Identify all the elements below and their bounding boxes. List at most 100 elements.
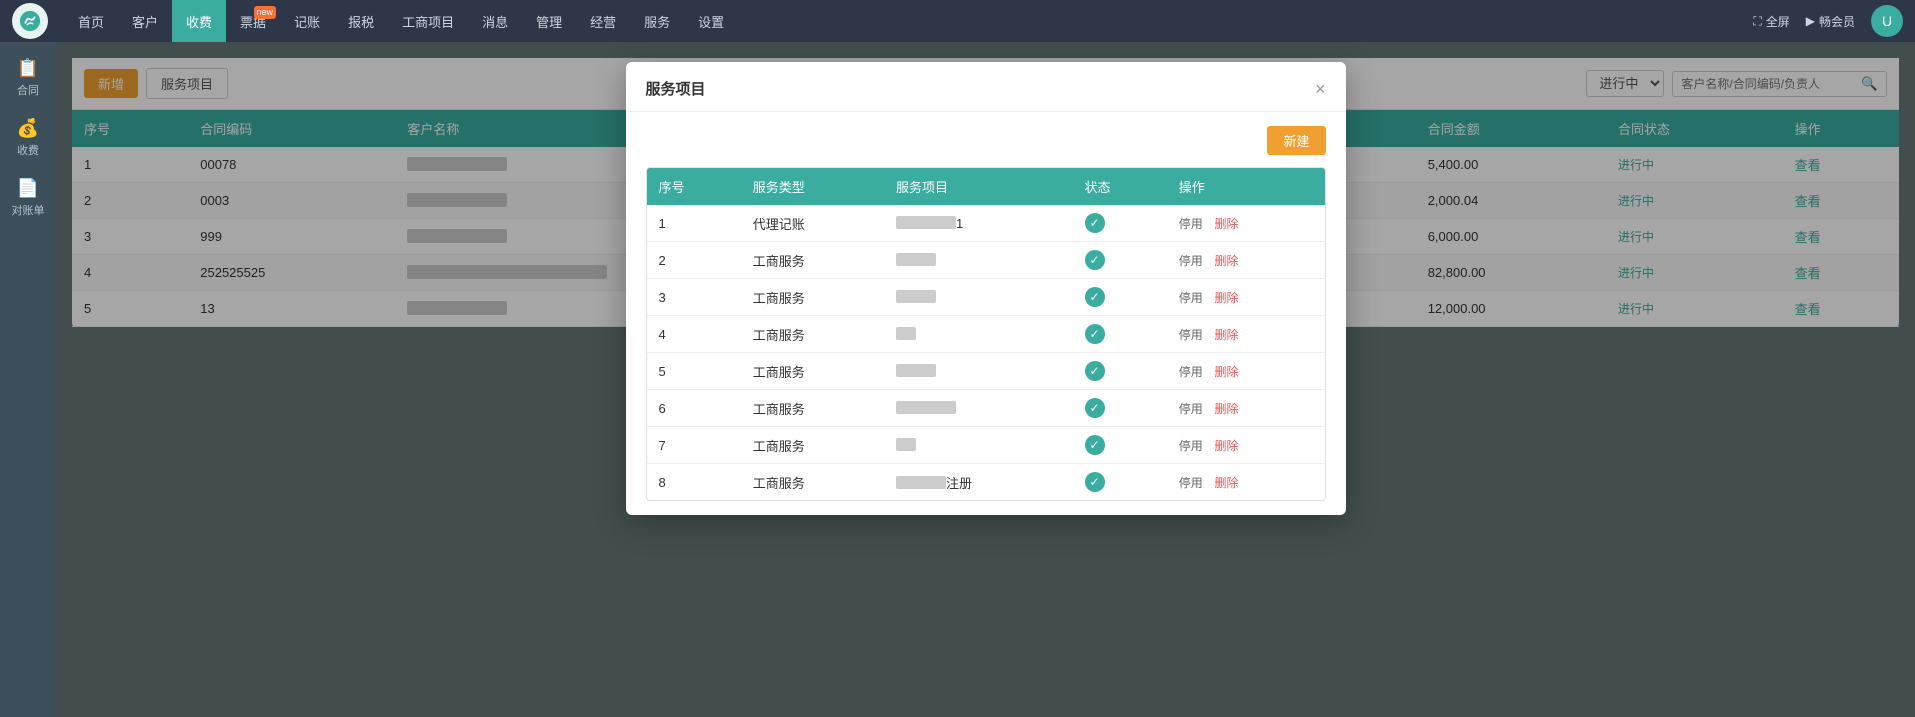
status-check-icon: ✓	[1085, 324, 1105, 344]
nav-message[interactable]: 消息	[468, 0, 522, 42]
delete-button[interactable]: 删除	[1214, 217, 1238, 231]
modal-cell-action: 停用 删除	[1167, 427, 1325, 464]
nav-right-area: ⛶ 全屏 ▶ 畅会员 U	[1753, 5, 1903, 37]
modal-col-status: 状态	[1073, 168, 1167, 205]
list-item: 7 工商服务 ✓ 停用 删除	[647, 427, 1325, 464]
stop-button[interactable]: 停用	[1179, 365, 1203, 379]
delete-button[interactable]: 删除	[1214, 439, 1238, 453]
sidebar-item-billing-label: 收费	[17, 142, 39, 158]
modal-cell-seq: 6	[647, 390, 741, 427]
nav-operation[interactable]: 经营	[576, 0, 630, 42]
nav-billing[interactable]: 收费	[172, 0, 226, 42]
modal-cell-action: 停用 删除	[1167, 390, 1325, 427]
modal-cell-status: ✓	[1073, 279, 1167, 316]
stop-button[interactable]: 停用	[1179, 217, 1203, 231]
modal-col-type: 服务类型	[741, 168, 884, 205]
status-check-icon: ✓	[1085, 213, 1105, 233]
modal-cell-type: 工商服务	[741, 279, 884, 316]
nav-invoice[interactable]: 票据 new	[226, 0, 280, 42]
modal-cell-action: 停用 删除	[1167, 316, 1325, 353]
main-layout: 📋 合同 💰 收费 📄 对账单 新增 服务项目 进行中 已完成 已终止	[0, 42, 1915, 717]
modal-cell-seq: 5	[647, 353, 741, 390]
modal-cell-action: 停用 删除	[1167, 242, 1325, 279]
status-check-icon: ✓	[1085, 361, 1105, 381]
member-btn[interactable]: ▶ 畅会员	[1806, 13, 1855, 30]
status-check-icon: ✓	[1085, 287, 1105, 307]
modal-cell-type: 工商服务	[741, 464, 884, 501]
modal-cell-status: ✓	[1073, 353, 1167, 390]
list-item: 4 工商服务 ✓ 停用 删除	[647, 316, 1325, 353]
modal-cell-type: 工商服务	[741, 427, 884, 464]
nav-home[interactable]: 首页	[64, 0, 118, 42]
delete-button[interactable]: 删除	[1214, 365, 1238, 379]
modal-col-action: 操作	[1167, 168, 1325, 205]
modal-cell-status: ✓	[1073, 464, 1167, 501]
stop-button[interactable]: 停用	[1179, 402, 1203, 416]
modal-toolbar: 新建	[646, 126, 1326, 155]
delete-button[interactable]: 删除	[1214, 402, 1238, 416]
modal-cell-seq: 2	[647, 242, 741, 279]
top-nav: 首页 客户 收费 票据 new 记账 报税 工商项目 消息 管理 经营 服务 设…	[0, 0, 1915, 42]
nav-tax[interactable]: 报税	[334, 0, 388, 42]
modal-cell-item	[884, 353, 1073, 390]
delete-button[interactable]: 删除	[1214, 254, 1238, 268]
nav-settings[interactable]: 设置	[684, 0, 738, 42]
modal-cell-seq: 7	[647, 427, 741, 464]
service-items-table: 序号 服务类型 服务项目 状态 操作 1 代理记账 1 ✓ 停用	[647, 168, 1325, 500]
modal-cell-seq: 8	[647, 464, 741, 501]
stop-button[interactable]: 停用	[1179, 254, 1203, 268]
status-check-icon: ✓	[1085, 472, 1105, 492]
sidebar-item-statement[interactable]: 📄 对账单	[3, 170, 53, 226]
fullscreen-btn[interactable]: ⛶ 全屏	[1753, 13, 1789, 30]
nav-service[interactable]: 服务	[630, 0, 684, 42]
modal-cell-item	[884, 390, 1073, 427]
modal-cell-status: ✓	[1073, 390, 1167, 427]
stop-button[interactable]: 停用	[1179, 439, 1203, 453]
nav-business[interactable]: 工商项目	[388, 0, 468, 42]
modal-cell-item: 1	[884, 205, 1073, 242]
delete-button[interactable]: 删除	[1214, 476, 1238, 490]
list-item: 2 工商服务 ✓ 停用 删除	[647, 242, 1325, 279]
service-items-modal: 服务项目 × 新建 序号 服务类型 服务项目	[626, 62, 1346, 515]
billing-icon: 💰	[17, 118, 39, 139]
modal-new-button[interactable]: 新建	[1267, 126, 1325, 155]
app-logo	[12, 3, 48, 39]
list-item: 3 工商服务 ✓ 停用 删除	[647, 279, 1325, 316]
sidebar-item-billing[interactable]: 💰 收费	[3, 110, 53, 166]
modal-cell-status: ✓	[1073, 242, 1167, 279]
modal-close-button[interactable]: ×	[1315, 80, 1326, 98]
nav-manage[interactable]: 管理	[522, 0, 576, 42]
nav-bookkeeping[interactable]: 记账	[280, 0, 334, 42]
modal-cell-seq: 3	[647, 279, 741, 316]
modal-table-wrap[interactable]: 序号 服务类型 服务项目 状态 操作 1 代理记账 1 ✓ 停用	[646, 167, 1326, 501]
status-check-icon: ✓	[1085, 398, 1105, 418]
modal-overlay: 服务项目 × 新建 序号 服务类型 服务项目	[56, 42, 1915, 717]
modal-cell-action: 停用 删除	[1167, 353, 1325, 390]
modal-col-seq: 序号	[647, 168, 741, 205]
stop-button[interactable]: 停用	[1179, 328, 1203, 342]
stop-button[interactable]: 停用	[1179, 291, 1203, 305]
delete-button[interactable]: 删除	[1214, 291, 1238, 305]
nav-badge-new: new	[254, 6, 277, 19]
modal-title: 服务项目	[646, 78, 706, 99]
avatar[interactable]: U	[1871, 5, 1903, 37]
modal-col-item: 服务项目	[884, 168, 1073, 205]
status-check-icon: ✓	[1085, 250, 1105, 270]
sidebar-item-contract-label: 合同	[17, 82, 39, 98]
sidebar-item-contract[interactable]: 📋 合同	[3, 50, 53, 106]
modal-cell-item	[884, 427, 1073, 464]
modal-cell-item: 注册	[884, 464, 1073, 501]
delete-button[interactable]: 删除	[1214, 328, 1238, 342]
modal-cell-type: 代理记账	[741, 205, 884, 242]
modal-cell-type: 工商服务	[741, 242, 884, 279]
stop-button[interactable]: 停用	[1179, 476, 1203, 490]
modal-cell-status: ✓	[1073, 316, 1167, 353]
status-check-icon: ✓	[1085, 435, 1105, 455]
statement-icon: 📄	[17, 178, 39, 199]
modal-header-row: 序号 服务类型 服务项目 状态 操作	[647, 168, 1325, 205]
modal-cell-item	[884, 279, 1073, 316]
list-item: 5 工商服务 ✓ 停用 删除	[647, 353, 1325, 390]
modal-cell-action: 停用 删除	[1167, 279, 1325, 316]
nav-customer[interactable]: 客户	[118, 0, 172, 42]
main-content: 新增 服务项目 进行中 已完成 已终止 🔍	[56, 42, 1915, 717]
